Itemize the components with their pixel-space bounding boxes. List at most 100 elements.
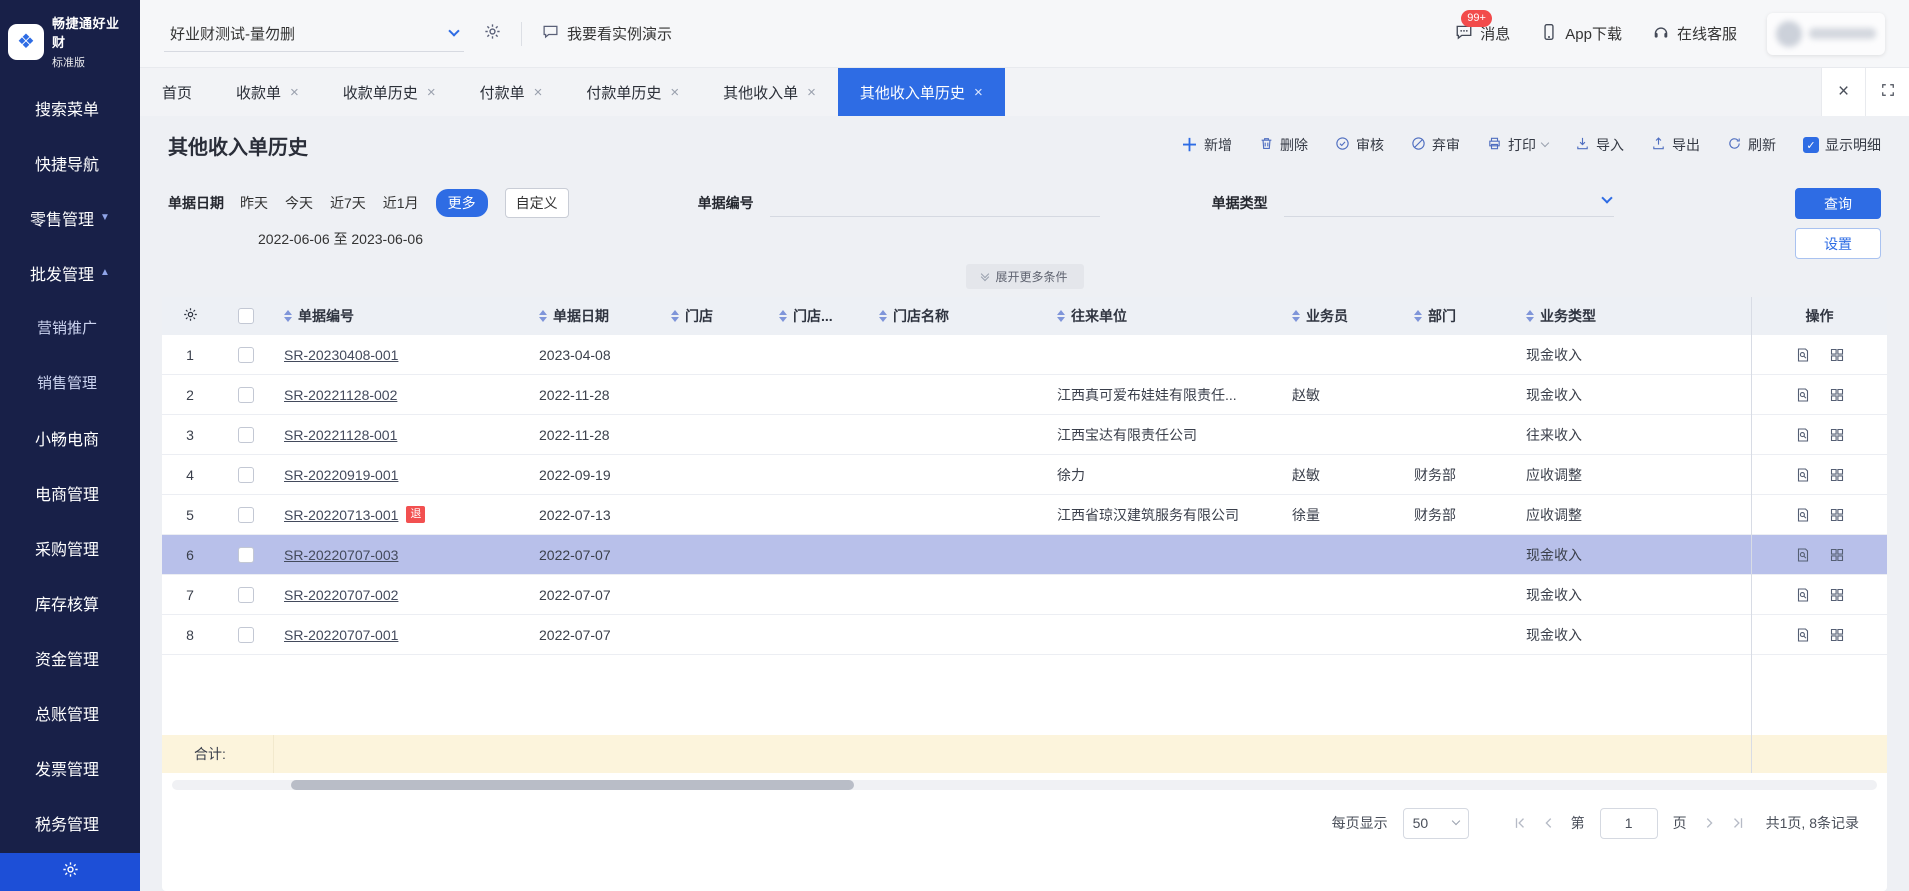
table-row[interactable]: 3 SR-20221128-001 2022-11-28 江西宝达有限责任公司: [162, 415, 1887, 455]
sidebar-item[interactable]: 采购管理: [0, 520, 140, 575]
view-doc-icon[interactable]: [1795, 547, 1811, 563]
sidebar-item[interactable]: 发票管理: [0, 740, 140, 795]
row-checkbox[interactable]: [238, 466, 254, 483]
sort-icon[interactable]: [1292, 310, 1300, 322]
related-docs-icon[interactable]: [1829, 347, 1845, 363]
sidebar-item[interactable]: 资金管理: [0, 630, 140, 685]
doc-no-link[interactable]: SR-20220707-002: [284, 587, 398, 603]
doc-no-link[interactable]: SR-20230408-001: [284, 347, 398, 363]
view-doc-icon[interactable]: [1795, 427, 1811, 443]
column-header-doc-no[interactable]: 单据编号: [298, 306, 354, 326]
column-header-doc-date[interactable]: 单据日期: [553, 306, 609, 326]
close-tabs-button[interactable]: ×: [1821, 68, 1865, 116]
per-page-select[interactable]: 50: [1402, 807, 1469, 839]
settings-gear-button[interactable]: [484, 23, 501, 45]
row-checkbox[interactable]: [238, 586, 254, 603]
tab[interactable]: 收款单 ×: [214, 68, 321, 116]
date-option[interactable]: 自定义: [504, 188, 569, 218]
checkbox-checked-icon[interactable]: ✓: [1803, 137, 1819, 153]
row-checkbox[interactable]: [238, 626, 254, 643]
date-option[interactable]: 近1月: [383, 193, 419, 213]
view-doc-icon[interactable]: [1795, 507, 1811, 523]
column-header-biz-type[interactable]: 业务类型: [1540, 306, 1596, 326]
tab[interactable]: 付款单历史 ×: [564, 68, 701, 116]
online-service-button[interactable]: 在线客服: [1652, 23, 1737, 45]
tab-close-icon[interactable]: ×: [290, 85, 299, 100]
sidebar-item[interactable]: 营销推广: [0, 300, 140, 355]
doc-no-input[interactable]: [769, 193, 1100, 217]
add-button[interactable]: ＋ 新增: [1181, 135, 1232, 155]
sidebar-item[interactable]: 零售管理 ▼: [0, 190, 140, 245]
view-doc-icon[interactable]: [1795, 467, 1811, 483]
tab-close-icon[interactable]: ×: [670, 85, 679, 100]
tab-close-icon[interactable]: ×: [534, 85, 543, 100]
horizontal-scrollbar[interactable]: [172, 780, 1877, 790]
sort-icon[interactable]: [779, 310, 787, 322]
tab[interactable]: 收款单历史 ×: [321, 68, 458, 116]
column-header-store-name[interactable]: 门店名称: [893, 306, 949, 326]
table-row[interactable]: 5 SR-20220713-001 退 2022-07-13 江西省琼汉建筑服务…: [162, 495, 1887, 535]
sidebar-item[interactable]: 销售管理: [0, 355, 140, 410]
messages-button[interactable]: 99+ 消息: [1455, 9, 1510, 45]
related-docs-icon[interactable]: [1829, 427, 1845, 443]
view-doc-icon[interactable]: [1795, 347, 1811, 363]
tab-close-icon[interactable]: ×: [974, 85, 983, 100]
related-docs-icon[interactable]: [1829, 627, 1845, 643]
select-all-checkbox[interactable]: [238, 308, 254, 324]
column-header-salesman[interactable]: 业务员: [1306, 306, 1348, 326]
sidebar-item[interactable]: 库存核算: [0, 575, 140, 630]
delete-button[interactable]: 删除: [1259, 135, 1308, 155]
print-button[interactable]: 打印: [1487, 135, 1550, 155]
related-docs-icon[interactable]: [1829, 507, 1845, 523]
sort-icon[interactable]: [539, 310, 547, 322]
sidebar-item[interactable]: 搜索菜单: [0, 80, 140, 135]
unaudit-button[interactable]: 弃审: [1411, 135, 1460, 155]
row-checkbox[interactable]: [238, 386, 254, 403]
refresh-button[interactable]: 刷新: [1727, 135, 1776, 155]
sidebar-settings-button[interactable]: [0, 853, 140, 891]
import-button[interactable]: 导入: [1575, 135, 1624, 155]
sort-icon[interactable]: [671, 310, 679, 322]
sidebar-item[interactable]: 税务管理: [0, 795, 140, 850]
table-row[interactable]: 7 SR-20220707-002 2022-07-07 现金收入: [162, 575, 1887, 615]
date-option[interactable]: 更多: [435, 189, 488, 217]
sort-icon[interactable]: [284, 310, 292, 322]
table-row[interactable]: 2 SR-20221128-002 2022-11-28 江西真可爱布娃娃有限责…: [162, 375, 1887, 415]
next-page-button[interactable]: [1702, 816, 1716, 830]
sidebar-item[interactable]: 小畅电商: [0, 410, 140, 465]
sort-icon[interactable]: [879, 310, 887, 322]
last-page-button[interactable]: [1731, 816, 1745, 830]
query-button[interactable]: 查询: [1795, 188, 1881, 219]
row-checkbox[interactable]: [238, 346, 254, 363]
date-option[interactable]: 今天: [285, 193, 313, 213]
row-checkbox[interactable]: [238, 506, 254, 523]
demo-link[interactable]: 我要看实例演示: [542, 23, 672, 44]
table-row[interactable]: 8 SR-20220707-001 2022-07-07 现金收入: [162, 615, 1887, 655]
sidebar-item[interactable]: 批发管理 ▲: [0, 245, 140, 300]
date-range[interactable]: 2022-06-06 至 2023-06-06: [258, 229, 586, 249]
table-row[interactable]: 6 SR-20220707-003 2022-07-07 现金收入: [162, 535, 1887, 575]
sidebar-item[interactable]: 总账管理: [0, 685, 140, 740]
tab[interactable]: 其他收入单历史 ×: [837, 68, 1005, 116]
expand-more-button[interactable]: 展开更多条件: [965, 264, 1084, 289]
filter-settings-button[interactable]: 设置: [1795, 228, 1881, 259]
app-download-button[interactable]: App下载: [1540, 23, 1622, 45]
doc-no-link[interactable]: SR-20221128-001: [284, 427, 397, 443]
sort-icon[interactable]: [1526, 310, 1534, 322]
table-row[interactable]: 1 SR-20230408-001 2023-04-08 现金收入: [162, 335, 1887, 375]
related-docs-icon[interactable]: [1829, 547, 1845, 563]
doc-no-link[interactable]: SR-20220713-001: [284, 507, 398, 523]
page-number-input[interactable]: 1: [1599, 807, 1658, 839]
date-option[interactable]: 昨天: [240, 193, 268, 213]
date-option[interactable]: 近7天: [330, 193, 366, 213]
tab-close-icon[interactable]: ×: [427, 85, 436, 100]
view-doc-icon[interactable]: [1795, 387, 1811, 403]
column-settings-button[interactable]: [162, 297, 218, 335]
view-doc-icon[interactable]: [1795, 587, 1811, 603]
first-page-button[interactable]: [1513, 816, 1527, 830]
doc-type-select[interactable]: [1283, 192, 1614, 217]
org-selector[interactable]: 好业财测试-量勿删: [164, 16, 464, 52]
export-button[interactable]: 导出: [1651, 135, 1700, 155]
column-header-partner[interactable]: 往来单位: [1071, 306, 1127, 326]
sort-icon[interactable]: [1414, 310, 1422, 322]
